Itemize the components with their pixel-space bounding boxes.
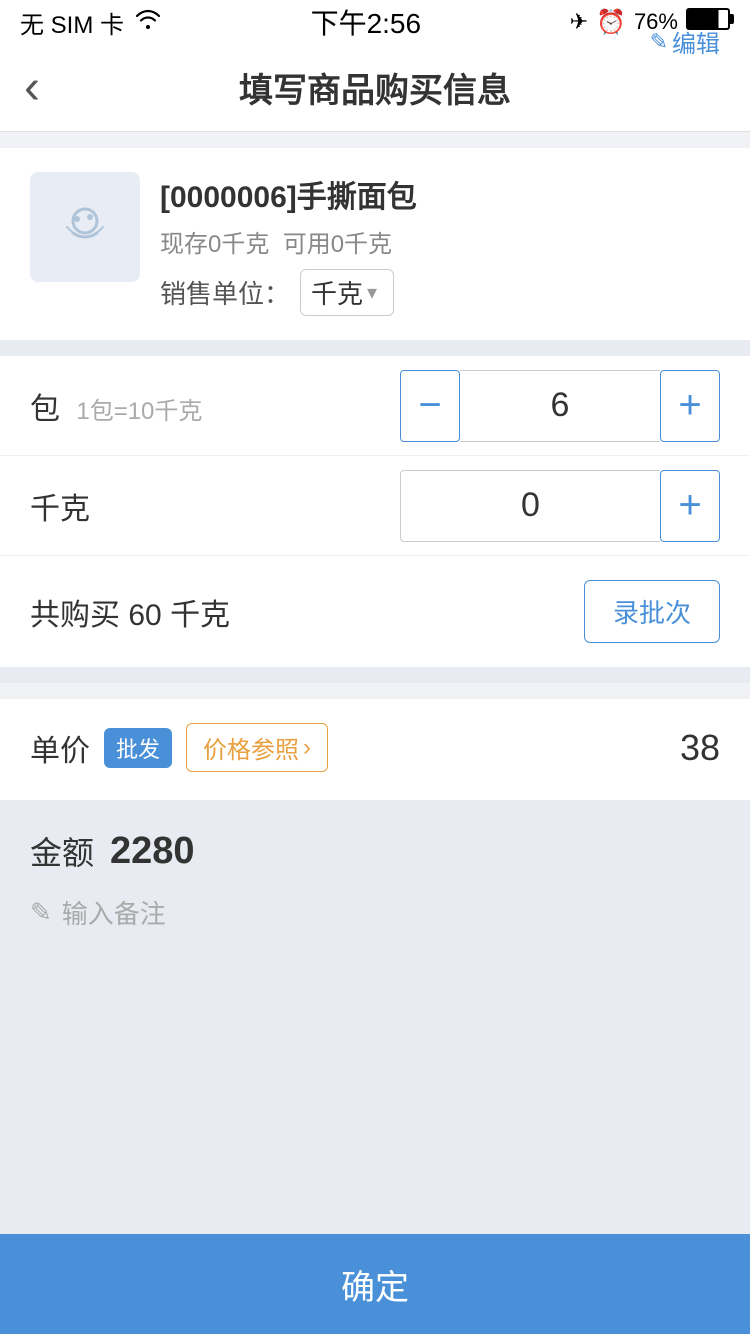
page-title: 填写商品购买信息 [239, 63, 511, 112]
wifi-icon [134, 8, 162, 36]
divider-1 [0, 340, 750, 356]
product-unit-row: 销售单位： 千克 ▾ [160, 269, 720, 316]
kg-increment-button[interactable]: + [660, 470, 720, 542]
confirm-button[interactable]: 确定 [341, 1260, 409, 1309]
kg-qty-control: + [400, 470, 720, 542]
bag-decrement-button[interactable]: − [400, 370, 460, 442]
chevron-down-icon: ▾ [367, 280, 377, 305]
kg-input-row: 千克 + [0, 456, 750, 556]
price-value: 38 [680, 727, 720, 769]
price-section: 单价 批发 价格参照 › 38 [0, 699, 750, 800]
alarm-icon: ⏰ [596, 8, 626, 37]
quantity-section: 包 1包=10千克 − + 千克 + [0, 356, 750, 556]
summary-text: 共购买 60 千克 [30, 590, 230, 634]
amount-row: 金额 2280 [30, 828, 720, 874]
amount-value: 2280 [110, 830, 195, 873]
bag-quantity-input[interactable] [460, 370, 660, 442]
back-button[interactable]: ‹ [24, 60, 40, 115]
price-label-group: 单价 批发 价格参照 › [30, 723, 328, 772]
status-left: 无 SIM 卡 [20, 5, 162, 40]
bag-input-row: 包 1包=10千克 − + [0, 356, 750, 456]
amount-section: 金额 2280 ✎ 输入备注 [0, 800, 750, 947]
divider-2 [0, 667, 750, 683]
amount-label: 金额 [30, 828, 94, 874]
bag-qty-control: − + [400, 370, 720, 442]
kg-label: 千克 [30, 484, 400, 528]
unit-selector[interactable]: 千克 ▾ [300, 269, 394, 316]
chevron-right-icon: › [303, 734, 311, 762]
unit-price-label: 单价 [30, 726, 90, 770]
confirm-bar[interactable]: 确定 [0, 1234, 750, 1334]
remark-placeholder: 输入备注 [62, 894, 166, 931]
batch-tag: 批发 [104, 728, 172, 768]
kg-quantity-input[interactable] [400, 470, 660, 542]
batch-button[interactable]: 录批次 [584, 580, 720, 643]
bottom-spacer [0, 947, 750, 1267]
edit-icon: ✎ [650, 29, 668, 55]
location-icon: ✈ [570, 9, 588, 35]
product-image [30, 172, 140, 282]
product-info: [0000006]手撕面包 现存0千克 可用0千克 销售单位： 千克 ▾ [160, 172, 720, 316]
remark-row[interactable]: ✎ 输入备注 [30, 894, 720, 931]
bag-label: 包 1包=10千克 [30, 384, 400, 428]
product-stock: 现存0千克 可用0千克 [160, 224, 720, 259]
nav-bar: ‹ 填写商品购买信息 [0, 44, 750, 132]
product-name: [0000006]手撕面包 [160, 172, 720, 216]
edit-button[interactable]: ✎ 编辑 [650, 24, 720, 59]
summary-row: 共购买 60 千克 录批次 [0, 556, 750, 667]
price-row: 单价 批发 价格参照 › 38 [30, 723, 720, 772]
bag-increment-button[interactable]: + [660, 370, 720, 442]
status-bar: 无 SIM 卡 下午2:56 ✈ ⏰ 76% [0, 0, 750, 44]
product-card: [0000006]手撕面包 现存0千克 可用0千克 销售单位： 千克 ▾ ✎ 编… [0, 148, 750, 340]
carrier-text: 无 SIM 卡 [20, 5, 124, 40]
status-time: 下午2:56 [311, 2, 422, 42]
remark-icon: ✎ [30, 897, 52, 928]
price-ref-button[interactable]: 价格参照 › [186, 723, 328, 772]
